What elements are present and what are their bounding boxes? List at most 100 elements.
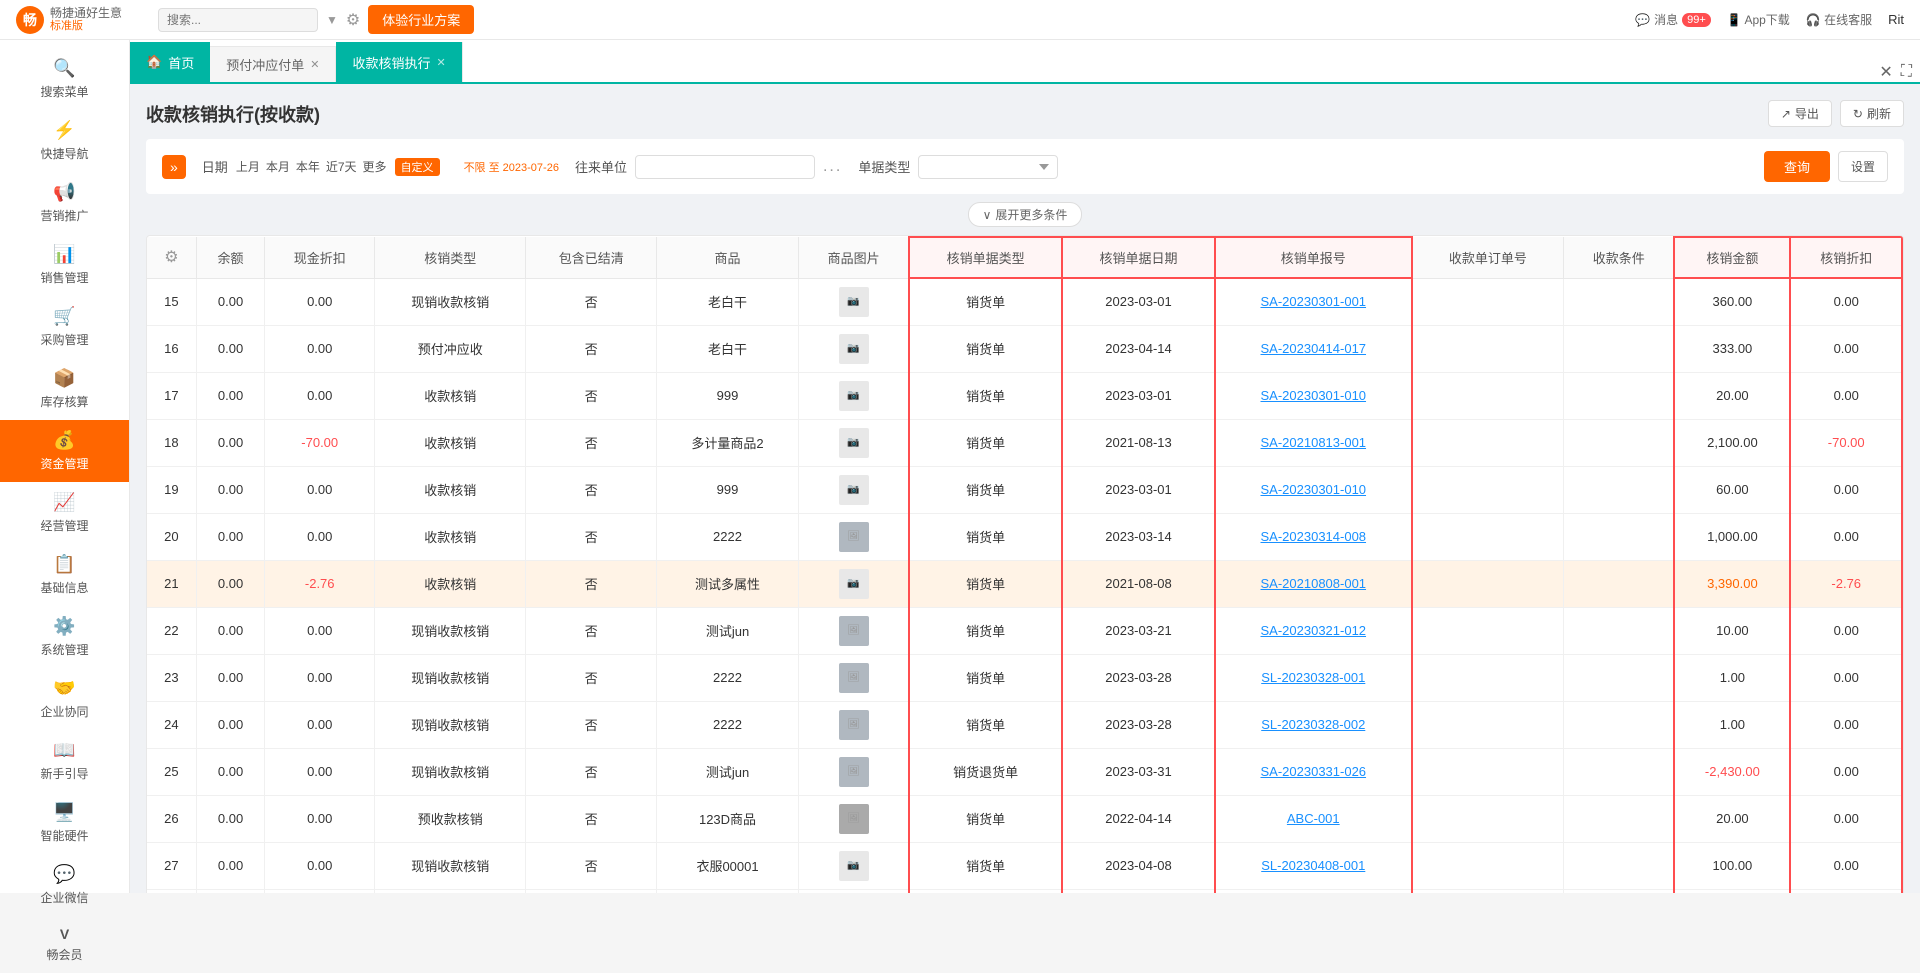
cell-writeoff-no[interactable]: SA-20230414-017 xyxy=(1215,325,1412,372)
cell-writeoff-no[interactable]: SL-20230418-001 xyxy=(1215,889,1412,893)
cell-writeoff-voucher-type: 销货单 xyxy=(909,372,1062,419)
cell-writeoff-no[interactable]: SA-20230301-010 xyxy=(1215,372,1412,419)
cell-writeoff-date: 2023-03-28 xyxy=(1062,654,1215,701)
settings-icon: ⚙️ xyxy=(53,616,75,637)
cell-goods: 老白干 xyxy=(656,325,798,372)
cell-writeoff-no[interactable]: SL-20230408-001 xyxy=(1215,842,1412,889)
sidebar-item-basic-info[interactable]: 📋 基础信息 xyxy=(0,544,129,606)
sidebar-item-guide[interactable]: 📖 新手引导 xyxy=(0,730,129,792)
sidebar-item-wechat[interactable]: 💬 企业微信 xyxy=(0,854,129,916)
cell-goods-img: 🖼 xyxy=(799,607,910,654)
sidebar-item-inventory[interactable]: 📦 库存核算 xyxy=(0,358,129,420)
cell-id: 27 xyxy=(147,842,196,889)
cell-receipt-order-no xyxy=(1412,419,1564,466)
refresh-button[interactable]: ↻ 刷新 xyxy=(1840,100,1904,127)
col-header-writeoff-type: 核销类型 xyxy=(375,237,526,278)
export-button[interactable]: ↗ 导出 xyxy=(1768,100,1832,127)
query-button[interactable]: 查询 xyxy=(1764,151,1830,182)
table-row[interactable]: 270.000.00现销收款核销否衣服00001📷销货单2023-04-08SL… xyxy=(147,842,1902,889)
filter-date-more[interactable]: 更多 xyxy=(363,158,387,175)
filter-partner-input[interactable] xyxy=(635,155,815,179)
cell-writeoff-no[interactable]: SA-20230301-001 xyxy=(1215,278,1412,325)
table-row[interactable]: 150.000.00现销收款核销否老白干📷销货单2023-03-01SA-202… xyxy=(147,278,1902,325)
cell-writeoff-no[interactable]: SA-20210813-001 xyxy=(1215,419,1412,466)
cell-include-settled: 否 xyxy=(526,889,657,893)
col-header-receipt-condition: 收款条件 xyxy=(1564,237,1675,278)
sidebar-item-collab[interactable]: 🤝 企业协同 xyxy=(0,668,129,730)
cell-cash-discount: -70.00 xyxy=(265,419,375,466)
filter-toggle-button[interactable]: » xyxy=(162,155,186,179)
col-header-gear[interactable]: ⚙ xyxy=(147,237,196,278)
maximize-icon[interactable]: ⛶ xyxy=(1901,63,1912,81)
page-actions: ↗ 导出 ↻ 刷新 xyxy=(1768,100,1904,127)
cell-cash-discount: 0.00 xyxy=(265,748,375,795)
sidebar-item-system[interactable]: ⚙️ 系统管理 xyxy=(0,606,129,668)
table-row[interactable]: 240.000.00现销收款核销否2222🖼销货单2023-03-28SL-20… xyxy=(147,701,1902,748)
cell-receipt-condition xyxy=(1564,889,1675,893)
sidebar-item-operations[interactable]: 📈 经营管理 xyxy=(0,482,129,544)
tab-prepay[interactable]: 预付冲应付单 ✕ xyxy=(210,46,336,82)
filter-date-range: 不限 至 2023-07-26 xyxy=(464,159,559,175)
filter-date-7days[interactable]: 近7天 xyxy=(326,158,357,175)
cell-writeoff-no[interactable]: SL-20230328-002 xyxy=(1215,701,1412,748)
cell-receipt-order-no xyxy=(1412,842,1564,889)
cell-writeoff-no[interactable]: SA-20230314-008 xyxy=(1215,513,1412,560)
cell-writeoff-no[interactable]: SA-20230301-010 xyxy=(1215,466,1412,513)
table-row[interactable]: 250.000.00现销收款核销否测试jun🖼销货退货单2023-03-31SA… xyxy=(147,748,1902,795)
industry-solution-button[interactable]: 体验行业方案 xyxy=(368,5,474,34)
gear-icon[interactable]: ⚙ xyxy=(346,10,360,30)
sidebar-item-label: 快捷导航 xyxy=(40,145,88,162)
sidebar-item-hardware[interactable]: 🖥️ 智能硬件 xyxy=(0,792,129,854)
tab-home[interactable]: 🏠 首页 xyxy=(130,42,210,82)
tab-close-writeoff[interactable]: ✕ xyxy=(436,56,445,69)
search-input[interactable] xyxy=(158,8,318,32)
table-row[interactable]: 190.000.00收款核销否999📷销货单2023-03-01SA-20230… xyxy=(147,466,1902,513)
cell-writeoff-no[interactable]: ABC-001 xyxy=(1215,795,1412,842)
cell-cash-discount: -2.76 xyxy=(265,560,375,607)
table-gear-icon[interactable]: ⚙ xyxy=(164,249,178,266)
cell-goods-img: 📷 xyxy=(799,842,910,889)
cell-writeoff-date: 2023-04-18 xyxy=(1062,889,1215,893)
cell-cash-discount: 0.00 xyxy=(265,278,375,325)
sidebar-item-sales[interactable]: 📊 销售管理 xyxy=(0,234,129,296)
cell-balance: 0.00 xyxy=(196,607,264,654)
cell-writeoff-no[interactable]: SA-20230331-026 xyxy=(1215,748,1412,795)
cell-writeoff-no[interactable]: SL-20230328-001 xyxy=(1215,654,1412,701)
table-row[interactable]: 260.000.00预收款核销否123D商品🖼销货单2022-04-14ABC-… xyxy=(147,795,1902,842)
cell-goods-img: 🖼 xyxy=(799,513,910,560)
sidebar-item-search[interactable]: 🔍 搜索菜单 xyxy=(0,48,129,110)
cell-writeoff-no[interactable]: SA-20230321-012 xyxy=(1215,607,1412,654)
message-area[interactable]: 💬 消息 99+ xyxy=(1635,11,1711,28)
user-name: Rit xyxy=(1888,12,1904,27)
cell-balance: 0.00 xyxy=(196,513,264,560)
cell-id: 22 xyxy=(147,607,196,654)
filter-voucher-type-select[interactable] xyxy=(918,155,1058,179)
cell-writeoff-no[interactable]: SA-20210808-001 xyxy=(1215,560,1412,607)
tab-close-prepay[interactable]: ✕ xyxy=(310,58,319,71)
table-row[interactable]: 180.00-70.00收款核销否多计量商品2📷销货单2021-08-13SA-… xyxy=(147,419,1902,466)
table-row[interactable]: 280.000.00现销收款核销否2222🖼销货单2023-04-18SL-20… xyxy=(147,889,1902,893)
sidebar-item-vip[interactable]: V 畅会员 xyxy=(0,916,129,973)
filter-partner-dots[interactable]: ... xyxy=(823,158,842,176)
table-row[interactable]: 200.000.00收款核销否2222🖼销货单2023-03-14SA-2023… xyxy=(147,513,1902,560)
sidebar-item-marketing[interactable]: 📢 营销推广 xyxy=(0,172,129,234)
expand-button[interactable]: ∨ 展开更多条件 xyxy=(968,202,1083,227)
table-row[interactable]: 170.000.00收款核销否999📷销货单2023-03-01SA-20230… xyxy=(147,372,1902,419)
tab-writeoff[interactable]: 收款核销执行 ✕ xyxy=(336,42,462,82)
filter-date-custom[interactable]: 自定义 xyxy=(395,158,440,176)
settings-button[interactable]: 设置 xyxy=(1838,151,1888,182)
table-row[interactable]: 230.000.00现销收款核销否2222🖼销货单2023-03-28SL-20… xyxy=(147,654,1902,701)
app-download-link[interactable]: 📱 App下载 xyxy=(1727,11,1790,28)
table-row[interactable]: 210.00-2.76收款核销否测试多属性📷销货单2021-08-08SA-20… xyxy=(147,560,1902,607)
sidebar-item-purchase[interactable]: 🛒 采购管理 xyxy=(0,296,129,358)
sidebar-item-finance[interactable]: 💰 资金管理 xyxy=(0,420,129,482)
filter-date-this-month[interactable]: 本月 xyxy=(266,158,290,175)
minimize-icon[interactable]: ✕ xyxy=(1879,62,1892,82)
sidebar-item-shortcuts[interactable]: ⚡ 快捷导航 xyxy=(0,110,129,172)
lightning-icon: ⚡ xyxy=(53,120,75,141)
online-service-link[interactable]: 🎧 在线客服 xyxy=(1806,11,1872,28)
table-row[interactable]: 220.000.00现销收款核销否测试jun🖼销货单2023-03-21SA-2… xyxy=(147,607,1902,654)
filter-date-this-year[interactable]: 本年 xyxy=(296,158,320,175)
table-row[interactable]: 160.000.00预付冲应收否老白干📷销货单2023-04-14SA-2023… xyxy=(147,325,1902,372)
filter-date-last-month[interactable]: 上月 xyxy=(236,158,260,175)
